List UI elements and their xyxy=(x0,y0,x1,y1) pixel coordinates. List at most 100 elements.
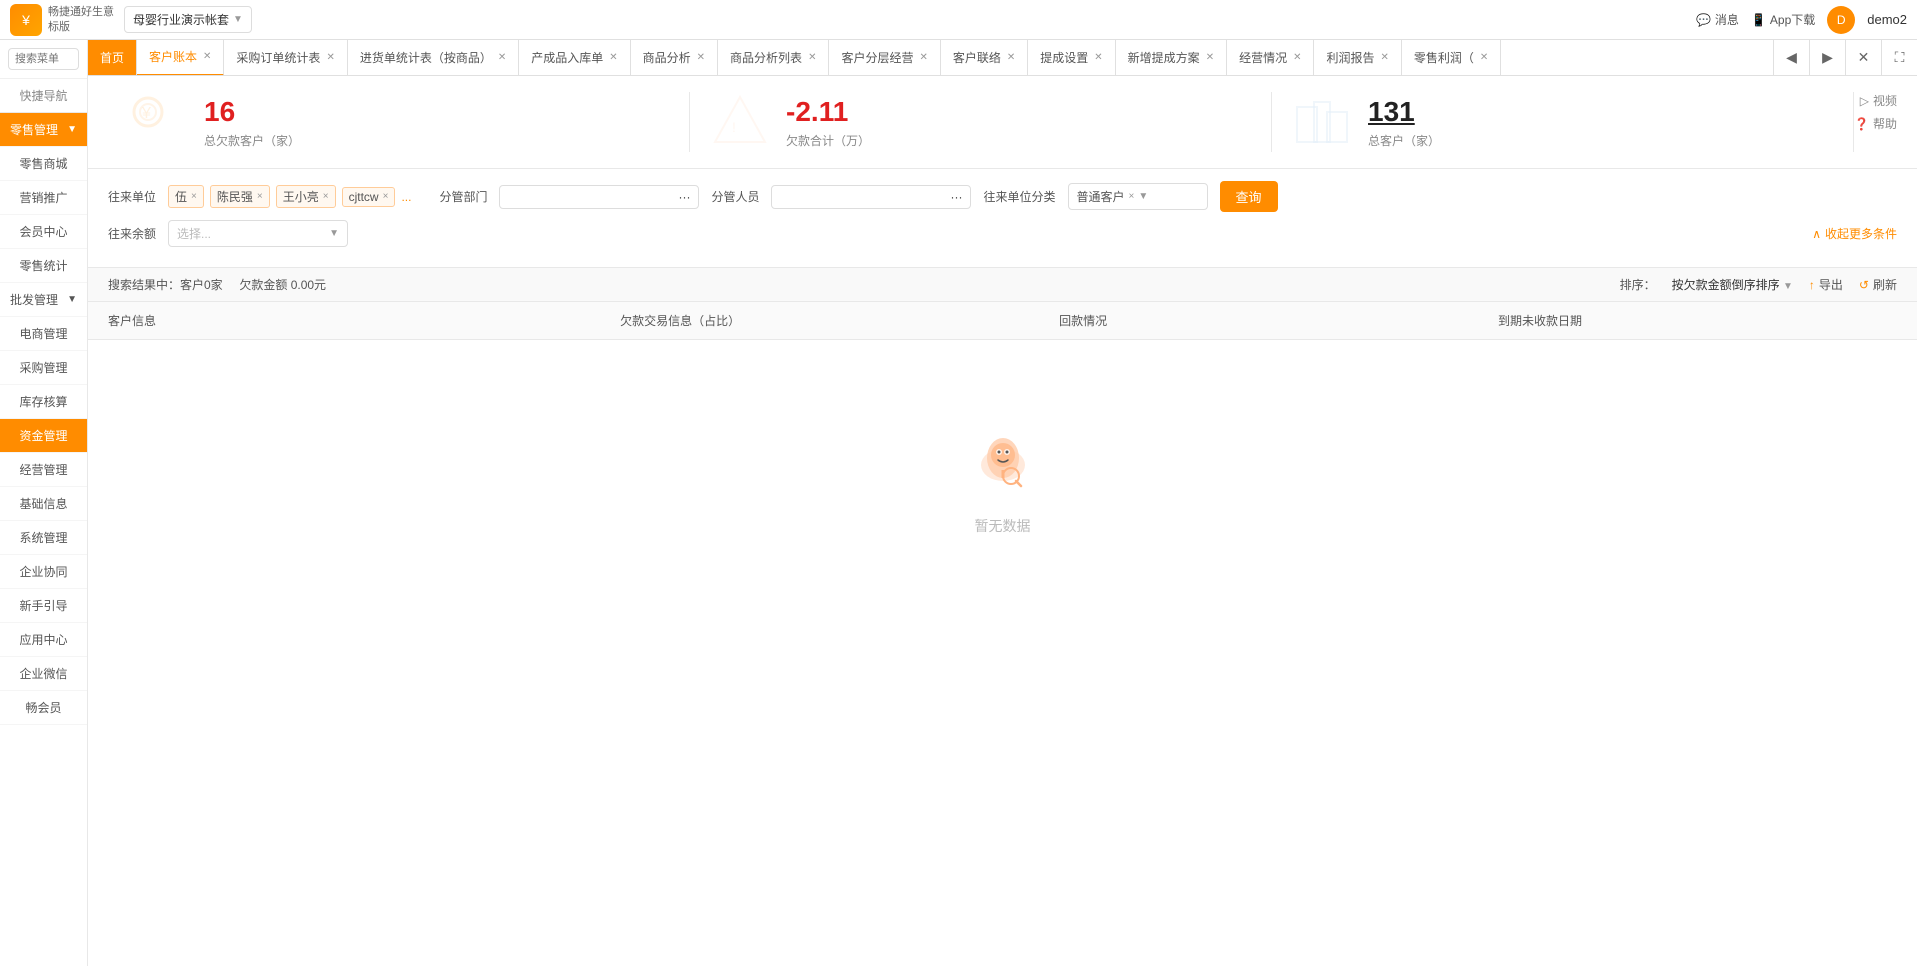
stat-value-total: 131 xyxy=(1368,96,1440,128)
sidebar-item-purchase[interactable]: 采购管理 xyxy=(0,351,87,385)
tab-next-btn[interactable]: ▶ xyxy=(1809,40,1845,76)
collapse-btn[interactable]: ∧ 收起更多条件 xyxy=(1812,225,1897,242)
stat-block-customers: ¥ 16 总欠款客户（家） xyxy=(108,92,690,152)
remain-select[interactable]: 选择... ▼ xyxy=(168,220,348,247)
col-header-repayment: 回款情况 xyxy=(1039,302,1478,340)
tab-customer-contact[interactable]: 客户联络 ✕ xyxy=(941,40,1028,76)
tab-commission-settings[interactable]: 提成设置 ✕ xyxy=(1028,40,1115,76)
logo-area: ¥ 畅捷通好生意 标版 xyxy=(10,4,114,36)
app-download-btn[interactable]: 📱 App下载 xyxy=(1751,11,1815,28)
sidebar-item-member[interactable]: 会员中心 xyxy=(0,215,87,249)
tab-purchase-stats[interactable]: 采购订单统计表 ✕ xyxy=(224,40,347,76)
data-table: 客户信息 欠款交易信息（占比） 回款情况 到期未收款日期 xyxy=(88,302,1917,616)
refresh-btn[interactable]: ↺ 刷新 xyxy=(1859,276,1897,293)
tab-close-icon[interactable]: ✕ xyxy=(1206,52,1214,63)
tab-close-icon[interactable]: ✕ xyxy=(808,52,816,63)
sidebar-item-appstore[interactable]: 应用中心 xyxy=(0,623,87,657)
message-icon: 💬 xyxy=(1696,13,1711,27)
sidebar-item-wholesale[interactable]: 批发管理 ▼ xyxy=(0,283,87,317)
sidebar-item-enterprise[interactable]: 企业协同 xyxy=(0,555,87,589)
stats-panel: ¥ 16 总欠款客户（家） ! xyxy=(88,76,1917,169)
tab-close-icon[interactable]: ✕ xyxy=(326,52,334,63)
tab-add-commission[interactable]: 新增提成方案 ✕ xyxy=(1116,40,1227,76)
search-input[interactable] xyxy=(8,48,79,70)
tab-operations[interactable]: 经营情况 ✕ xyxy=(1227,40,1314,76)
query-button[interactable]: 查询 xyxy=(1220,181,1278,212)
stat-label-debt: 欠款合计（万） xyxy=(786,132,870,149)
filter-more-btn[interactable]: ... xyxy=(401,190,411,204)
sidebar-item-wechat[interactable]: 企业微信 xyxy=(0,657,87,691)
play-icon: ▷ xyxy=(1860,94,1869,108)
tab-close-icon[interactable]: ✕ xyxy=(609,52,617,63)
result-bar: 搜索结果中：客户0家 欠款金额 0.00元 排序： 按欠款金额倒序排序 ▼ ↑ … xyxy=(88,268,1917,302)
tag-close-icon[interactable]: × xyxy=(383,191,389,202)
help-link[interactable]: ❓ 帮助 xyxy=(1854,115,1897,132)
tab-close-icon[interactable]: ✕ xyxy=(1293,52,1301,63)
sidebar-item-newbie[interactable]: 新手引导 xyxy=(0,589,87,623)
dept-select[interactable]: ··· xyxy=(499,185,699,209)
stat-icon-customers: ¥ xyxy=(128,92,188,152)
sidebar-item-finance[interactable]: 资金管理 xyxy=(0,419,87,453)
empty-state-icon xyxy=(963,420,1043,500)
account-selector[interactable]: 母婴行业演示帐套 ▼ xyxy=(124,6,252,33)
tab-close-icon[interactable]: ✕ xyxy=(1381,52,1389,63)
main-content: ¥ 16 总欠款客户（家） ! xyxy=(88,76,1917,966)
sort-dropdown[interactable]: 按欠款金额倒序排序 ▼ xyxy=(1672,276,1793,293)
person-select[interactable]: ··· xyxy=(771,185,971,209)
refresh-icon: ↺ xyxy=(1859,278,1869,292)
col-header-debt: 欠款交易信息（占比） xyxy=(600,302,1039,340)
tab-goods-stats[interactable]: 进货单统计表（按商品） ✕ xyxy=(348,40,519,76)
stat-value-debt: -2.11 xyxy=(786,96,870,128)
sidebar-item-operations[interactable]: 经营管理 xyxy=(0,453,87,487)
sidebar-item-basic-info[interactable]: 基础信息 xyxy=(0,487,87,521)
tab-home[interactable]: 首页 xyxy=(88,40,137,76)
unit-tag-wu: 伍 × xyxy=(168,185,204,208)
sidebar-item-retail[interactable]: 零售管理 ▼ xyxy=(0,113,87,147)
sidebar-item-system[interactable]: 系统管理 xyxy=(0,521,87,555)
tab-close-icon[interactable]: ✕ xyxy=(1094,52,1102,63)
tab-account-book[interactable]: 客户账本 ✕ xyxy=(137,40,224,76)
export-btn[interactable]: ↑ 导出 xyxy=(1809,276,1843,293)
sidebar-item-marketing[interactable]: 营销推广 xyxy=(0,181,87,215)
tag-close-icon[interactable]: × xyxy=(1129,191,1135,202)
sidebar: 快捷导航 零售管理 ▼ 零售商城 营销推广 会员中心 零售统计 批发管理 ▼ 电… xyxy=(0,40,88,966)
tab-maximize-btn[interactable]: ⛶ xyxy=(1881,40,1917,76)
help-icon: ❓ xyxy=(1854,117,1869,131)
sidebar-item-quick-nav[interactable]: 快捷导航 xyxy=(0,79,87,113)
stat-actions: ▷ 视频 ❓ 帮助 xyxy=(1854,92,1897,152)
tab-retail-profit[interactable]: 零售利润（ ✕ xyxy=(1402,40,1501,76)
filter-row-2: 往来余额 选择... ▼ ∧ 收起更多条件 xyxy=(108,220,1897,247)
tab-close-icon[interactable]: ✕ xyxy=(203,51,211,62)
tab-close-icon[interactable]: ✕ xyxy=(919,52,927,63)
tab-goods-analysis-list[interactable]: 商品分析列表 ✕ xyxy=(718,40,829,76)
tab-goods-analysis[interactable]: 商品分析 ✕ xyxy=(631,40,718,76)
tab-close-all-btn[interactable]: ✕ xyxy=(1845,40,1881,76)
sidebar-item-retail-stats[interactable]: 零售统计 xyxy=(0,249,87,283)
tab-close-icon[interactable]: ✕ xyxy=(697,52,705,63)
tag-close-icon[interactable]: × xyxy=(257,191,263,202)
category-select[interactable]: 普通客户 × ▼ xyxy=(1068,183,1208,210)
top-bar-actions: 💬 消息 📱 App下载 D demo2 xyxy=(1696,6,1907,34)
category-tag-normal: 普通客户 × xyxy=(1077,188,1135,205)
tag-close-icon[interactable]: × xyxy=(191,191,197,202)
message-btn[interactable]: 💬 消息 xyxy=(1696,11,1739,28)
tab-profit-report[interactable]: 利润报告 ✕ xyxy=(1314,40,1401,76)
person-filter-label: 分管人员 xyxy=(711,188,759,205)
ellipsis-icon: ··· xyxy=(950,190,962,204)
tab-customer-tier[interactable]: 客户分层经营 ✕ xyxy=(829,40,940,76)
tab-prev-btn[interactable]: ◀ xyxy=(1773,40,1809,76)
sidebar-item-inventory[interactable]: 库存核算 xyxy=(0,385,87,419)
stat-label-total: 总客户（家） xyxy=(1368,132,1440,149)
tab-close-icon[interactable]: ✕ xyxy=(1007,52,1015,63)
sidebar-item-ecommerce[interactable]: 电商管理 xyxy=(0,317,87,351)
tag-close-icon[interactable]: × xyxy=(323,191,329,202)
logo-icon: ¥ xyxy=(10,4,42,36)
tab-products-in[interactable]: 产成品入库单 ✕ xyxy=(519,40,630,76)
video-link[interactable]: ▷ 视频 xyxy=(1860,92,1897,109)
avatar[interactable]: D xyxy=(1827,6,1855,34)
tab-close-icon[interactable]: ✕ xyxy=(498,52,506,63)
filter-row-1: 往来单位 伍 × 陈民强 × 王小亮 xyxy=(108,181,1897,212)
sidebar-item-retail-mall[interactable]: 零售商城 xyxy=(0,147,87,181)
tab-close-icon[interactable]: ✕ xyxy=(1480,52,1488,63)
sidebar-item-member2[interactable]: 畅会员 xyxy=(0,691,87,725)
